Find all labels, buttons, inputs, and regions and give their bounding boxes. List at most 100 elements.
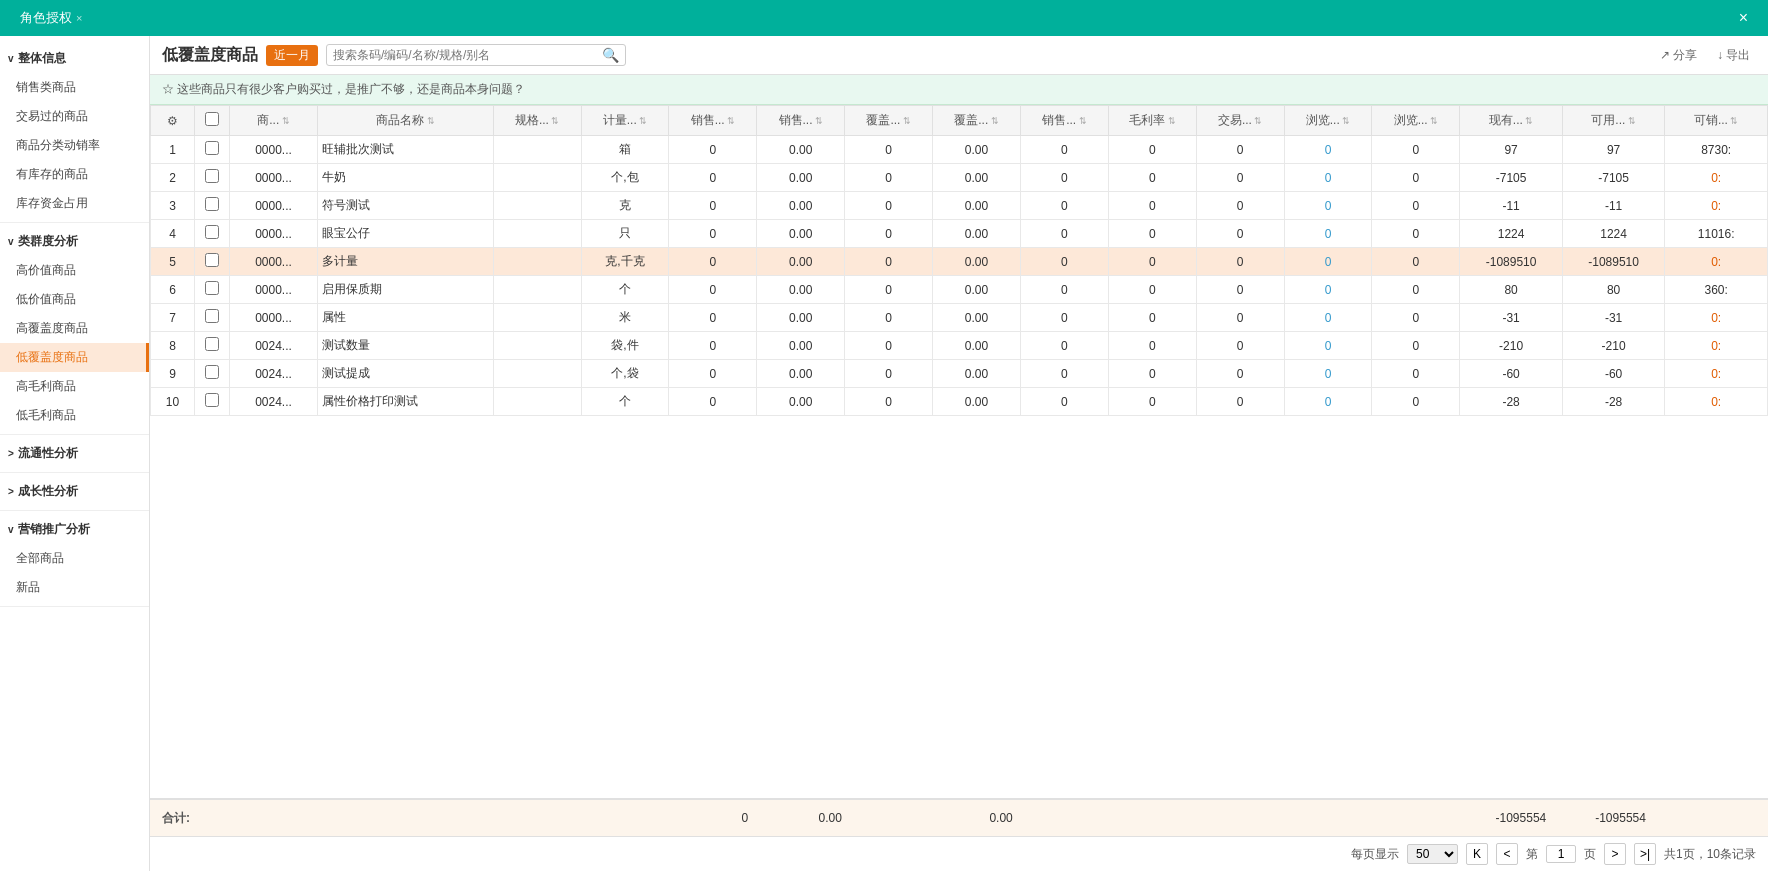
search-input[interactable] [333, 48, 602, 62]
sidebar-item[interactable]: 销售类商品 [0, 73, 149, 102]
table-cell[interactable] [194, 332, 229, 360]
table-column-header[interactable]: 销售... ⇅ [1020, 106, 1108, 136]
sidebar-section-header[interactable]: v营销推广分析 [0, 515, 149, 544]
sidebar-item[interactable]: 高覆盖度商品 [0, 314, 149, 343]
table-column-header[interactable]: 覆盖... ⇅ [933, 106, 1021, 136]
table-column-header[interactable]: 浏览... ⇅ [1372, 106, 1460, 136]
table-column-header[interactable]: 交易... ⇅ [1196, 106, 1284, 136]
sidebar-item[interactable]: 商品分类动销率 [0, 131, 149, 160]
sidebar-item[interactable]: 全部商品 [0, 544, 149, 573]
table-column-header[interactable]: 毛利率 ⇅ [1108, 106, 1196, 136]
browse-link[interactable]: 0 [1325, 227, 1332, 241]
table-cell[interactable]: 0 [1284, 192, 1372, 220]
browse-link[interactable]: 0 [1325, 171, 1332, 185]
sidebar-section-header[interactable]: v类群度分析 [0, 227, 149, 256]
table-cell: 0000... [230, 248, 318, 276]
row-checkbox[interactable] [205, 141, 219, 155]
table-column-header[interactable]: 销售... ⇅ [757, 106, 845, 136]
table-cell: 0 [1020, 164, 1108, 192]
sidebar-item[interactable]: 有库存的商品 [0, 160, 149, 189]
next-page-button[interactable]: > [1604, 843, 1626, 865]
sidebar-item[interactable]: 库存资金占用 [0, 189, 149, 218]
row-checkbox[interactable] [205, 393, 219, 407]
row-checkbox[interactable] [205, 309, 219, 323]
table-column-header[interactable]: 可销... ⇅ [1665, 106, 1768, 136]
row-checkbox[interactable] [205, 253, 219, 267]
table-cell[interactable]: 0 [1284, 248, 1372, 276]
table-column-header[interactable]: 规格... ⇅ [493, 106, 581, 136]
table-cell[interactable] [194, 248, 229, 276]
table-cell: 7 [151, 304, 195, 332]
sidebar-item[interactable]: 高毛利商品 [0, 372, 149, 401]
table-cell[interactable]: 0 [1284, 136, 1372, 164]
table-cell[interactable] [194, 164, 229, 192]
table-column-header[interactable]: 商... ⇅ [230, 106, 318, 136]
browse-link[interactable]: 0 [1325, 255, 1332, 269]
browse-link[interactable]: 0 [1325, 311, 1332, 325]
browse-link[interactable]: 0 [1325, 395, 1332, 409]
prev-page-button[interactable]: < [1496, 843, 1518, 865]
table-wrapper[interactable]: ⚙商... ⇅商品名称 ⇅规格... ⇅计量... ⇅销售... ⇅销售... … [150, 105, 1768, 798]
table-cell[interactable] [194, 276, 229, 304]
page-size-select[interactable]: 50 20 100 [1407, 844, 1458, 864]
info-banner: ☆ 这些商品只有很少客户购买过，是推广不够，还是商品本身问题？ [150, 75, 1768, 105]
footer-sales1: 0 [702, 806, 787, 830]
first-page-button[interactable]: K [1466, 843, 1488, 865]
table-column-header[interactable]: 浏览... ⇅ [1284, 106, 1372, 136]
sidebar-item[interactable]: 低价值商品 [0, 285, 149, 314]
table-cell[interactable]: 0 [1284, 164, 1372, 192]
table-cell[interactable]: 0 [1284, 388, 1372, 416]
row-checkbox[interactable] [205, 365, 219, 379]
export-button[interactable]: ↓ 导出 [1711, 45, 1756, 66]
sidebar-item[interactable]: 低覆盖度商品 [0, 343, 149, 372]
nav-item[interactable]: 角色授权× [8, 0, 120, 36]
table-cell[interactable] [194, 192, 229, 220]
sidebar-section-header[interactable]: >成长性分析 [0, 477, 149, 506]
sidebar-item[interactable]: 交易过的商品 [0, 102, 149, 131]
table-column-header[interactable]: 覆盖... ⇅ [845, 106, 933, 136]
sidebar-section-header[interactable]: >流通性分析 [0, 439, 149, 468]
row-checkbox[interactable] [205, 197, 219, 211]
table-cell[interactable]: 0 [1284, 360, 1372, 388]
date-filter-button[interactable]: 近一月 [266, 45, 318, 66]
table-cell[interactable]: 0 [1284, 276, 1372, 304]
table-cell[interactable]: 0 [1284, 332, 1372, 360]
last-page-button[interactable]: >| [1634, 843, 1656, 865]
main-layout: v整体信息销售类商品交易过的商品商品分类动销率有库存的商品库存资金占用 v类群度分… [0, 36, 1768, 871]
search-icon[interactable]: 🔍 [602, 47, 619, 63]
table-column-header[interactable]: 计量... ⇅ [581, 106, 669, 136]
nav-close-icon[interactable]: × [76, 12, 82, 24]
sidebar-item[interactable]: 高价值商品 [0, 256, 149, 285]
browse-link[interactable]: 0 [1325, 283, 1332, 297]
settings-column-header[interactable]: ⚙ [151, 106, 195, 136]
browse-link[interactable]: 0 [1325, 143, 1332, 157]
sidebar-section-header[interactable]: v整体信息 [0, 44, 149, 73]
browse-link[interactable]: 0 [1325, 367, 1332, 381]
table-cell[interactable]: 0 [1284, 220, 1372, 248]
table-cell[interactable] [194, 136, 229, 164]
row-checkbox[interactable] [205, 225, 219, 239]
sidebar-item[interactable]: 低毛利商品 [0, 401, 149, 430]
row-checkbox[interactable] [205, 337, 219, 351]
table-cell: 0 [1372, 388, 1460, 416]
table-cell[interactable] [194, 388, 229, 416]
table-column-header[interactable]: 现有... ⇅ [1460, 106, 1563, 136]
gear-icon[interactable]: ⚙ [167, 114, 178, 128]
table-column-header[interactable]: 销售... ⇅ [669, 106, 757, 136]
browse-link[interactable]: 0 [1325, 199, 1332, 213]
page-number-input[interactable] [1546, 845, 1576, 863]
table-cell [493, 192, 581, 220]
sidebar-item[interactable]: 新品 [0, 573, 149, 602]
table-cell[interactable] [194, 360, 229, 388]
row-checkbox[interactable] [205, 169, 219, 183]
window-close-button[interactable]: × [1727, 9, 1760, 27]
table-cell[interactable] [194, 304, 229, 332]
browse-link[interactable]: 0 [1325, 339, 1332, 353]
share-button[interactable]: ↗ 分享 [1654, 45, 1703, 66]
table-column-header[interactable]: 可用... ⇅ [1562, 106, 1665, 136]
select-all-checkbox[interactable] [205, 112, 219, 126]
table-cell[interactable] [194, 220, 229, 248]
table-cell[interactable]: 0 [1284, 304, 1372, 332]
row-checkbox[interactable] [205, 281, 219, 295]
table-column-header[interactable]: 商品名称 ⇅ [317, 106, 493, 136]
